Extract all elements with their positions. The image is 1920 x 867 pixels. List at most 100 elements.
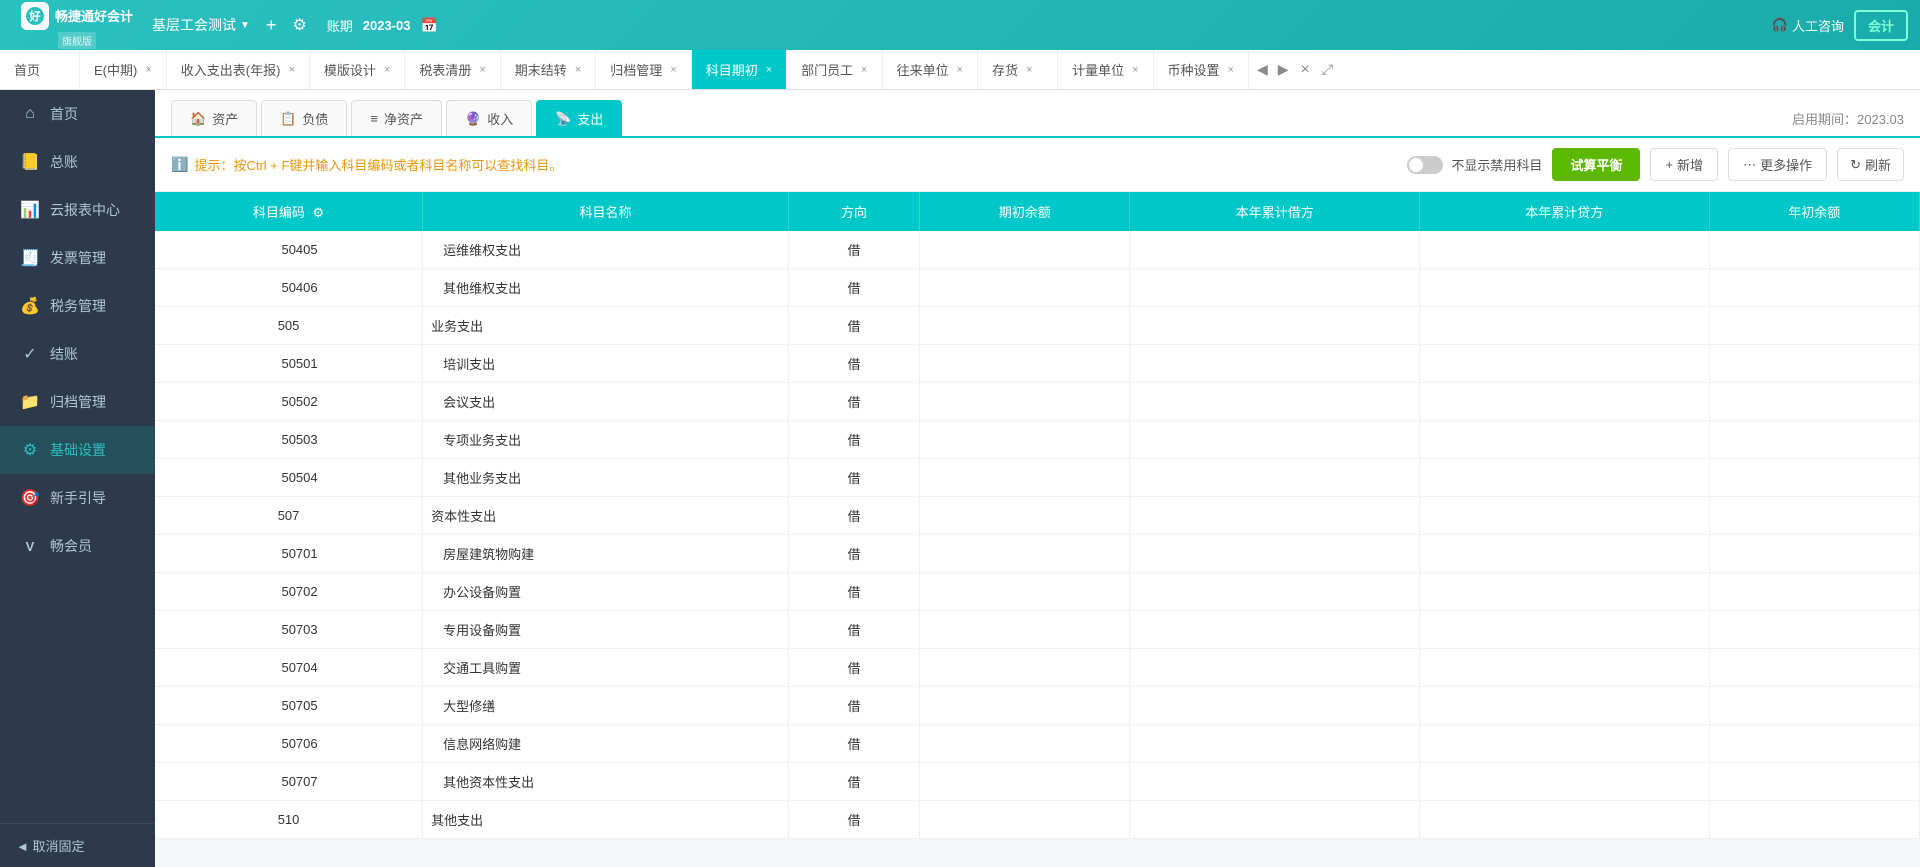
tab-period-end-close[interactable]: × — [575, 64, 581, 76]
cell-year-balance — [1709, 725, 1919, 763]
table-row[interactable]: 50704 交通工具购置 借 — [155, 649, 1920, 687]
table-container[interactable]: 科目编码 ⚙ 科目名称 方向 期初余额 本年累计借方 本年累计贷方 年初余额 5… — [155, 192, 1920, 867]
table-row[interactable]: 50504 其他业务支出 借 — [155, 459, 1920, 497]
sub-tab-asset[interactable]: 🏠 资产 — [171, 100, 257, 136]
subject-table: 科目编码 ⚙ 科目名称 方向 期初余额 本年累计借方 本年累计贷方 年初余额 5… — [155, 192, 1920, 839]
sub-tab-liability[interactable]: 📋 负债 — [261, 100, 347, 136]
sub-tab-bar: 🏠 资产 📋 负债 ≡ 净资产 🔮 收入 📡 支出 启用期间：2023.03 — [155, 90, 1920, 138]
sidebar-member-label: 畅会员 — [50, 536, 92, 556]
sub-tab-expense[interactable]: 📡 支出 — [536, 100, 622, 136]
tab-tax-close[interactable]: × — [479, 64, 485, 76]
tab-partner-close[interactable]: × — [957, 64, 963, 76]
cell-year-balance — [1709, 307, 1919, 345]
cell-year-balance — [1709, 421, 1919, 459]
tab-template-close[interactable]: × — [384, 64, 390, 76]
sidebar-item-checkout[interactable]: ✓ 结账 — [0, 330, 155, 378]
sidebar-item-settings[interactable]: ⚙ 基础设置 — [0, 426, 155, 474]
table-row[interactable]: 50502 会议支出 借 — [155, 383, 1920, 421]
sidebar-item-ledger[interactable]: 📒 总账 — [0, 138, 155, 186]
period-label: 账期 — [327, 16, 353, 35]
tab-department-close[interactable]: × — [861, 64, 867, 76]
sub-tab-equity[interactable]: ≡ 净资产 — [351, 100, 442, 136]
tab-currency-close[interactable]: × — [1228, 64, 1234, 76]
cell-debit-cum — [1130, 763, 1420, 801]
tab-inventory-close[interactable]: × — [1026, 64, 1032, 76]
sidebar-item-tax[interactable]: 💰 税务管理 — [0, 282, 155, 330]
sidebar-item-guide[interactable]: 🎯 新手引导 — [0, 474, 155, 522]
add-company-button[interactable]: + — [260, 15, 283, 36]
cell-balance — [920, 573, 1130, 611]
tab-currency[interactable]: 币种设置 × — [1154, 50, 1249, 89]
sidebar-item-home[interactable]: ⌂ 首页 — [0, 90, 155, 138]
cell-debit-cum — [1130, 383, 1420, 421]
table-row[interactable]: 505 业务支出 借 — [155, 307, 1920, 345]
table-row[interactable]: 50706 信息网络购建 借 — [155, 725, 1920, 763]
help-button[interactable]: 🎧 人工咨询 — [1772, 16, 1844, 35]
table-row[interactable]: 50707 其他资本性支出 借 — [155, 763, 1920, 801]
tab-prev-button[interactable]: ◀ — [1253, 59, 1272, 80]
sidebar-item-member[interactable]: V 畅会员 — [0, 522, 155, 570]
col-header-name: 科目名称 — [423, 192, 789, 231]
tab-unit-close[interactable]: × — [1132, 64, 1138, 76]
svg-text:好: 好 — [28, 9, 40, 23]
table-row[interactable]: 50701 房屋建筑物购建 借 — [155, 535, 1920, 573]
tab-nav-buttons: ◀ ▶ × ⤢ — [1249, 50, 1341, 89]
refresh-button[interactable]: ↻ 刷新 — [1837, 148, 1904, 181]
toggle-area: 不显示禁用科目 — [1407, 155, 1542, 174]
tab-inventory[interactable]: 存货 × — [978, 50, 1058, 89]
table-row[interactable]: 50705 大型修缮 借 — [155, 687, 1920, 725]
ledger-icon: 📒 — [20, 152, 40, 172]
table-row[interactable]: 50503 专项业务支出 借 — [155, 421, 1920, 459]
cell-code: 50706 — [155, 725, 423, 763]
more-button[interactable]: ⋯ 更多操作 — [1728, 148, 1827, 181]
table-row[interactable]: 50406 其他维权支出 借 — [155, 269, 1920, 307]
tab-unit[interactable]: 计量单位 × — [1058, 50, 1153, 89]
balance-button[interactable]: 试算平衡 — [1552, 148, 1640, 181]
col-settings-icon[interactable]: ⚙ — [313, 205, 325, 221]
tab-income-close[interactable]: × — [288, 64, 294, 76]
tab-close-all-button[interactable]: × — [1295, 59, 1316, 81]
calendar-icon[interactable]: 📅 — [421, 17, 438, 34]
new-button[interactable]: + 新增 — [1650, 148, 1718, 181]
tab-template[interactable]: 模版设计 × — [310, 50, 405, 89]
tab-department[interactable]: 部门员工 × — [787, 50, 882, 89]
tab-income[interactable]: 收入支出表(年报) × — [167, 50, 310, 89]
table-row[interactable]: 507 资本性支出 借 — [155, 497, 1920, 535]
table-row[interactable]: 50405 运维维权支出 借 — [155, 231, 1920, 269]
tab-period-end[interactable]: 期末结转 × — [501, 50, 596, 89]
cell-direction: 借 — [788, 649, 919, 687]
table-row[interactable]: 510 其他支出 借 — [155, 801, 1920, 839]
sidebar-collapse-button[interactable]: ◄ 取消固定 — [0, 823, 155, 867]
sub-tab-income[interactable]: 🔮 收入 — [446, 100, 532, 136]
tab-archive[interactable]: 归档管理 × — [596, 50, 691, 89]
table-row[interactable]: 50703 专用设备购置 借 — [155, 611, 1920, 649]
settings-icon[interactable]: ⚙ — [292, 15, 306, 35]
cell-name: 大型修缮 — [423, 687, 789, 725]
sidebar-item-archivemgr[interactable]: 📁 归档管理 — [0, 378, 155, 426]
sidebar-home-label: 首页 — [50, 104, 78, 124]
tab-home[interactable]: 首页 — [0, 50, 80, 89]
more-icon: ⋯ — [1743, 157, 1756, 173]
tab-tax[interactable]: 税表清册 × — [405, 50, 500, 89]
tab-subject-init[interactable]: 科目期初 × — [692, 50, 787, 89]
tab-expand-button[interactable]: ⤢ — [1318, 59, 1337, 80]
table-row[interactable]: 50501 培训支出 借 — [155, 345, 1920, 383]
tab-period-close[interactable]: × — [145, 64, 151, 76]
tab-period[interactable]: E(中期) × — [80, 50, 167, 89]
cell-debit-cum — [1130, 269, 1420, 307]
company-name[interactable]: 基层工会测试 ▼ — [152, 15, 250, 35]
disable-toggle[interactable] — [1407, 156, 1443, 174]
tab-partner[interactable]: 往来单位 × — [883, 50, 978, 89]
table-row[interactable]: 50702 办公设备购置 借 — [155, 573, 1920, 611]
header-right: 🎧 人工咨询 会计 — [1772, 10, 1908, 41]
cell-name: 其他资本性支出 — [423, 763, 789, 801]
tab-archive-close[interactable]: × — [670, 64, 676, 76]
sidebar-item-invoice[interactable]: 🧾 发票管理 — [0, 234, 155, 282]
tab-next-button[interactable]: ▶ — [1274, 59, 1293, 80]
sidebar-item-reports[interactable]: 📊 云报表中心 — [0, 186, 155, 234]
account-button[interactable]: 会计 — [1854, 10, 1908, 41]
cell-credit-cum — [1420, 459, 1710, 497]
tab-subject-init-close[interactable]: × — [766, 64, 772, 76]
cell-direction: 借 — [788, 421, 919, 459]
col-header-debit-cum: 本年累计借方 — [1130, 192, 1420, 231]
